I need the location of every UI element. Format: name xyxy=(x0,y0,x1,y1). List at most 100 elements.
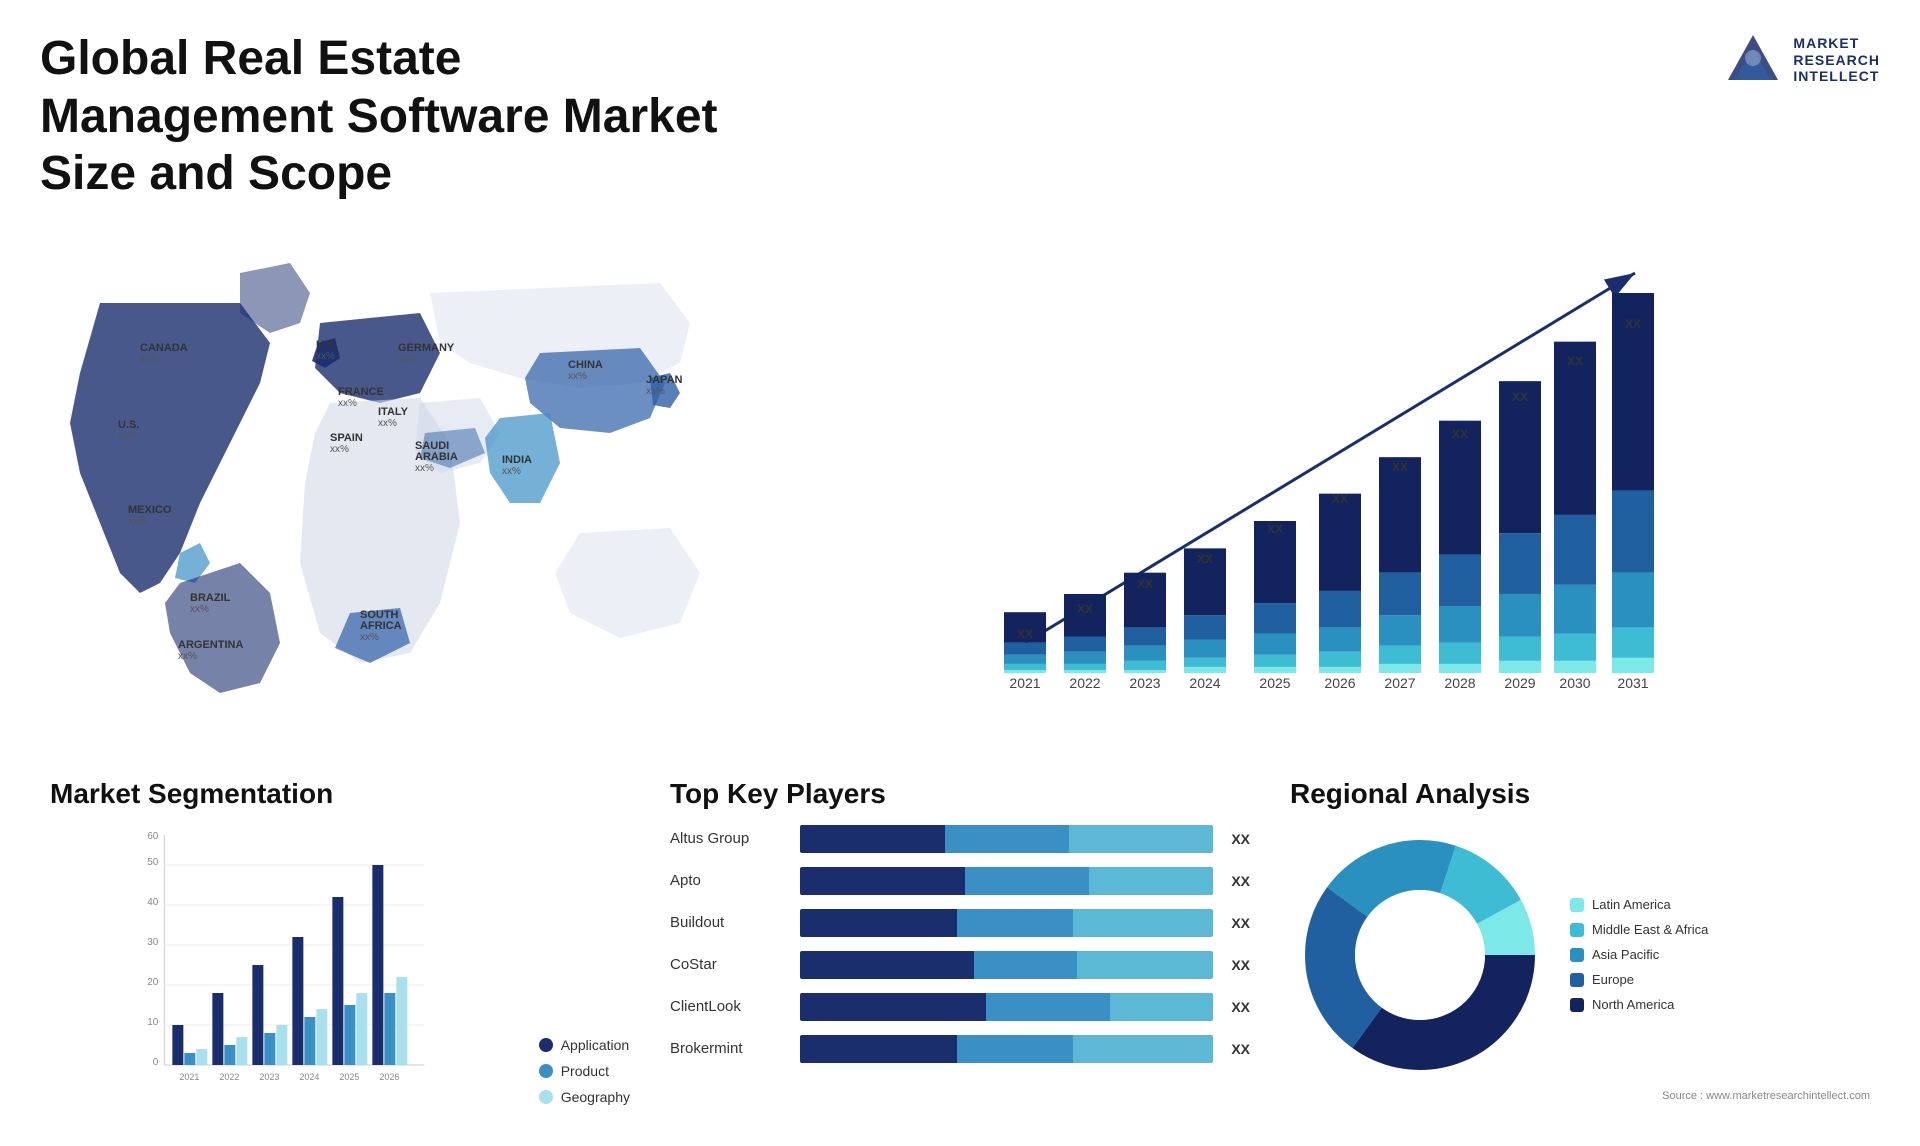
regional-section: Regional Analysis xyxy=(1280,768,1880,1115)
svg-text:xx%: xx% xyxy=(330,444,349,455)
svg-text:XX: XX xyxy=(1332,492,1348,506)
map-section: CANADA xx% U.S. xx% MEXICO xx% BRAZIL xx… xyxy=(40,223,720,743)
player-value: XX xyxy=(1231,957,1250,973)
svg-text:XX: XX xyxy=(1512,390,1528,404)
svg-text:XX: XX xyxy=(1267,522,1283,536)
svg-text:xx%: xx% xyxy=(415,463,434,474)
svg-text:XX: XX xyxy=(1392,460,1408,474)
player-name: Apto xyxy=(670,872,790,889)
svg-text:XX: XX xyxy=(1452,427,1468,441)
svg-text:xx%: xx% xyxy=(338,398,357,409)
svg-text:2028: 2028 xyxy=(1444,675,1475,691)
svg-text:10: 10 xyxy=(147,1017,159,1028)
player-bar xyxy=(800,825,1213,853)
svg-text:2026: 2026 xyxy=(1324,675,1355,691)
svg-text:xx%: xx% xyxy=(360,632,379,643)
svg-text:2024: 2024 xyxy=(299,1072,319,1082)
player-name: Brokermint xyxy=(670,1040,790,1057)
svg-text:xx%: xx% xyxy=(118,431,137,442)
svg-text:2030: 2030 xyxy=(1559,675,1590,691)
bottom-grid: Market Segmentation 0 10 20 30 40 50 xyxy=(40,768,1880,1115)
seg-legend: Application Product Geography xyxy=(539,1037,630,1105)
svg-text:AFRICA: AFRICA xyxy=(360,620,402,632)
svg-text:30: 30 xyxy=(147,937,159,948)
player-name: CoStar xyxy=(670,956,790,973)
regional-title: Regional Analysis xyxy=(1290,778,1870,810)
donut-area: Latin America Middle East & Africa Asia … xyxy=(1290,825,1870,1085)
donut-chart xyxy=(1290,825,1550,1085)
donut-legend: Latin America Middle East & Africa Asia … xyxy=(1570,897,1708,1012)
legend-north-america: North America xyxy=(1570,997,1708,1012)
legend-dot-geography xyxy=(539,1090,553,1104)
svg-text:50: 50 xyxy=(147,857,159,868)
svg-text:xx%: xx% xyxy=(140,354,159,365)
svg-text:SPAIN: SPAIN xyxy=(330,432,363,444)
svg-text:XX: XX xyxy=(1077,602,1093,616)
svg-text:xx%: xx% xyxy=(378,418,397,429)
players-title: Top Key Players xyxy=(670,778,1250,810)
svg-text:60: 60 xyxy=(147,831,159,842)
svg-text:ITALY: ITALY xyxy=(378,406,409,418)
page: Global Real Estate Management Software M… xyxy=(0,0,1920,1146)
svg-text:2025: 2025 xyxy=(1259,675,1290,691)
svg-text:GERMANY: GERMANY xyxy=(398,342,455,354)
svg-text:XX: XX xyxy=(1137,577,1153,591)
svg-text:2029: 2029 xyxy=(1504,675,1535,691)
player-row: CoStar XX xyxy=(670,951,1250,979)
segmentation-section: Market Segmentation 0 10 20 30 40 50 xyxy=(40,768,640,1115)
svg-text:2021: 2021 xyxy=(1009,675,1040,691)
source-text: Source : www.marketresearchintellect.com xyxy=(1290,1090,1870,1102)
svg-text:2024: 2024 xyxy=(1189,675,1220,691)
player-bar xyxy=(800,909,1213,937)
svg-text:2031: 2031 xyxy=(1617,675,1648,691)
legend-asia-pacific: Asia Pacific xyxy=(1570,947,1708,962)
legend-latin-america: Latin America xyxy=(1570,897,1708,912)
svg-text:xx%: xx% xyxy=(178,651,197,662)
player-row: Apto XX xyxy=(670,867,1250,895)
player-bar xyxy=(800,1035,1213,1063)
legend-europe: Europe xyxy=(1570,972,1708,987)
svg-text:xx%: xx% xyxy=(398,354,417,365)
legend-geography: Geography xyxy=(539,1089,630,1105)
svg-text:XX: XX xyxy=(1017,627,1033,641)
players-section: Top Key Players Altus Group XX Apto xyxy=(660,768,1260,1115)
svg-text:ARABIA: ARABIA xyxy=(415,451,458,463)
player-value: XX xyxy=(1231,1041,1250,1057)
svg-text:xx%: xx% xyxy=(128,516,147,527)
svg-text:2023: 2023 xyxy=(259,1072,279,1082)
svg-text:U.S.: U.S. xyxy=(118,419,139,431)
segmentation-title: Market Segmentation xyxy=(50,778,630,810)
logo-icon xyxy=(1723,30,1783,90)
seg-chart-svg: 0 10 20 30 40 50 60 xyxy=(50,825,519,1105)
svg-text:40: 40 xyxy=(147,897,159,908)
svg-text:20: 20 xyxy=(147,977,159,988)
legend-dot-product xyxy=(539,1064,553,1078)
svg-text:2022: 2022 xyxy=(1069,675,1100,691)
player-value: XX xyxy=(1231,915,1250,931)
svg-text:2026: 2026 xyxy=(379,1072,399,1082)
player-row: Brokermint XX xyxy=(670,1035,1250,1063)
svg-text:2023: 2023 xyxy=(1129,675,1160,691)
svg-text:ARGENTINA: ARGENTINA xyxy=(178,639,243,651)
seg-bars-container: 0 10 20 30 40 50 60 xyxy=(50,825,519,1105)
header: Global Real Estate Management Software M… xyxy=(40,30,1880,203)
player-row: Altus Group XX xyxy=(670,825,1250,853)
svg-text:2022: 2022 xyxy=(219,1072,239,1082)
svg-text:BRAZIL: BRAZIL xyxy=(190,592,231,604)
player-bar xyxy=(800,951,1213,979)
svg-text:INDIA: INDIA xyxy=(502,454,532,466)
svg-text:2027: 2027 xyxy=(1384,675,1415,691)
legend-application: Application xyxy=(539,1037,630,1053)
svg-text:CANADA: CANADA xyxy=(140,342,188,354)
bar-chart: 2021 2022 2023 2024 2025 2026 2027 2028 … xyxy=(770,243,1860,723)
svg-text:xx%: xx% xyxy=(190,604,209,615)
svg-text:2021: 2021 xyxy=(179,1072,199,1082)
player-bar xyxy=(800,993,1213,1021)
player-bar xyxy=(800,867,1213,895)
svg-text:xx%: xx% xyxy=(316,351,335,362)
player-name: Buildout xyxy=(670,914,790,931)
svg-text:xx%: xx% xyxy=(568,371,587,382)
player-value: XX xyxy=(1231,873,1250,889)
bar-chart-section: 2021 2022 2023 2024 2025 2026 2027 2028 … xyxy=(750,223,1880,743)
seg-chart-area: 0 10 20 30 40 50 60 xyxy=(50,825,630,1105)
